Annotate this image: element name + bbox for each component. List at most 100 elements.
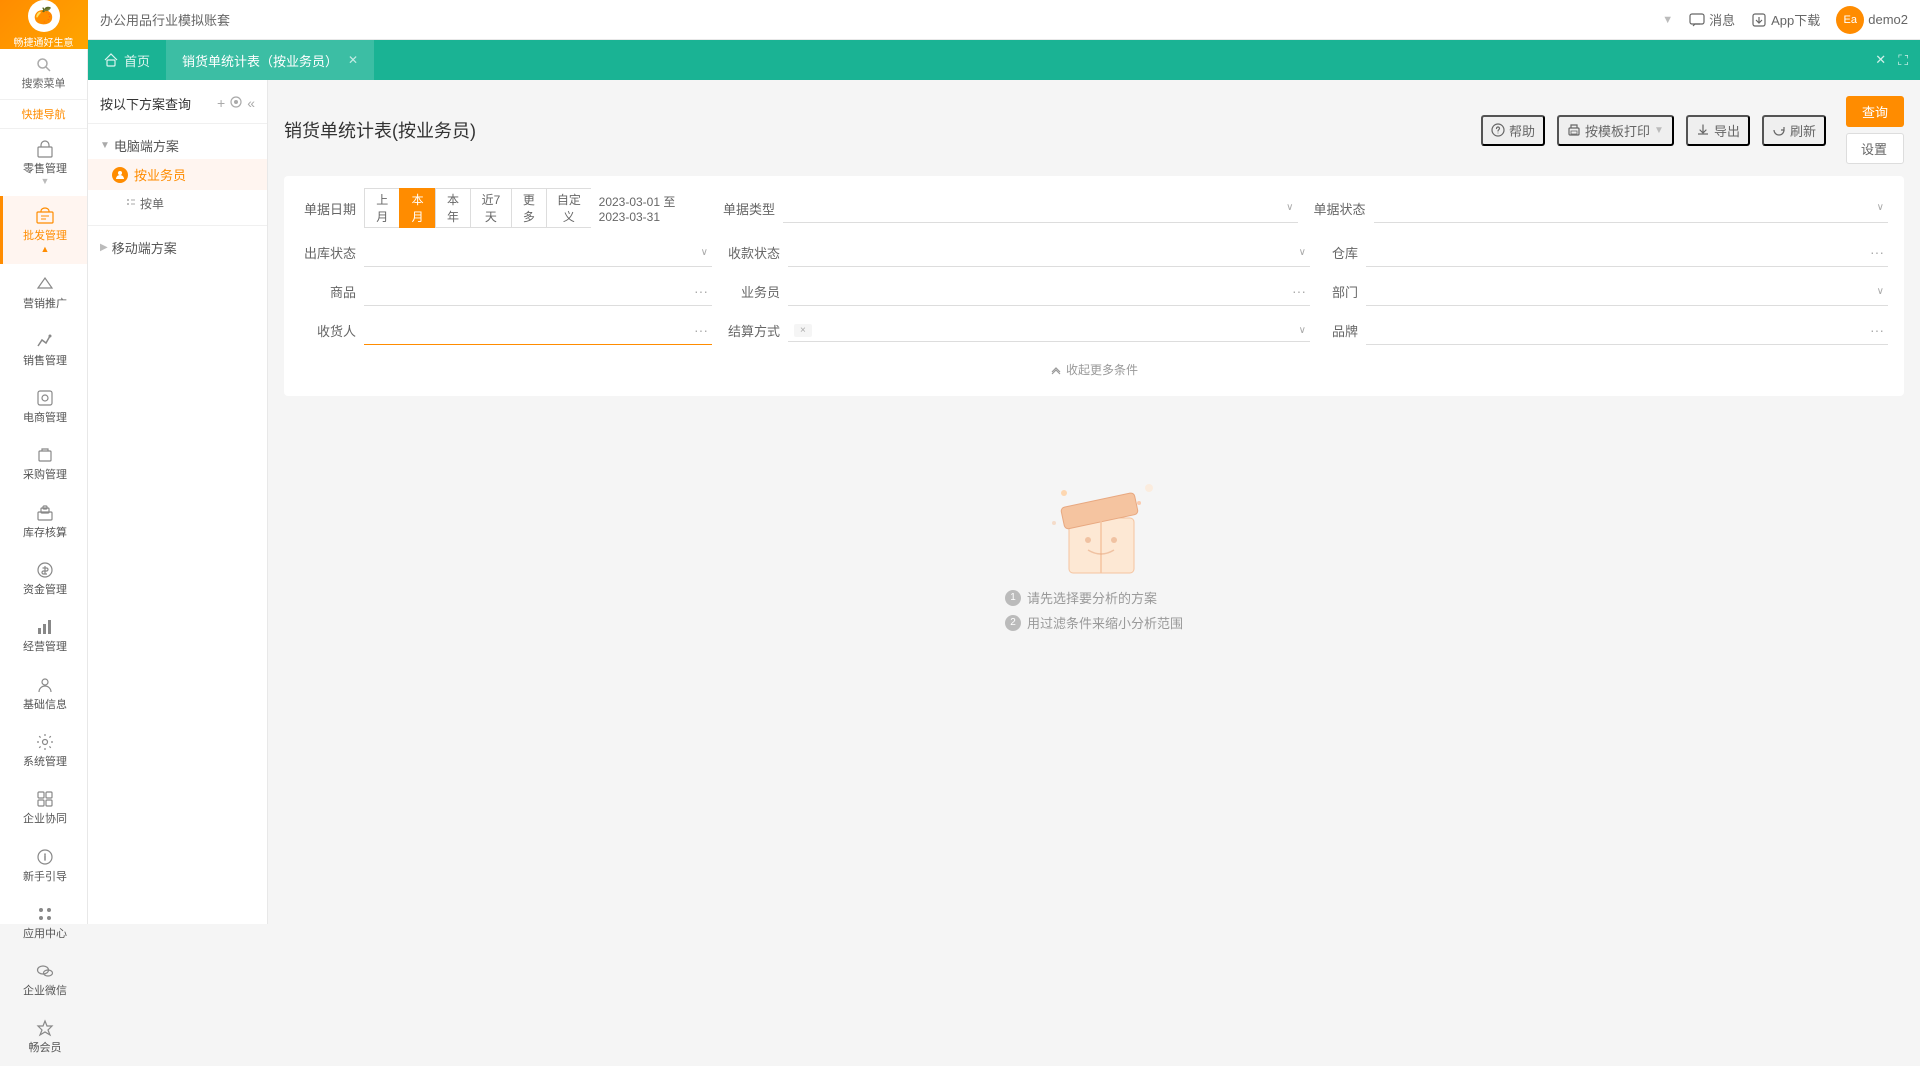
tab-home[interactable]: 首页 [88,40,166,80]
retail-label: 零售管理 [23,162,67,176]
receiver-dots[interactable]: ··· [694,322,708,338]
doc-type-field[interactable]: ∨ [783,194,1298,223]
inventory-label: 库存核算 [23,526,67,540]
export-label: 导出 [1714,121,1740,140]
sidebar-item-wholesale[interactable]: 批发管理 ▲ [0,196,87,263]
sidebar-item-operations[interactable]: 经营管理 [0,607,87,664]
filter-row-4: 收货人 ··· 结算方式 × ∨ [300,316,1888,345]
date-btn-this-month[interactable]: 本月 [399,188,434,228]
mobile-scheme-header[interactable]: ▶ 移动端方案 [88,234,267,261]
refresh-btn[interactable]: 刷新 [1762,115,1826,146]
product-dots[interactable]: ··· [694,283,708,299]
empty-steps: 1 请先选择要分析的方案 2 用过滤条件来缩小分析范围 [1005,588,1183,638]
user-initials: Ea [1844,14,1857,26]
warehouse-select[interactable]: ··· [1366,238,1888,267]
workspace-title: 办公用品行业模拟账套 [100,10,1646,29]
expand-mobile-icon: ▶ [100,242,108,253]
tab-sales-report[interactable]: 销货单统计表（按业务员） ✕ [166,40,374,80]
tab-close-all-btn[interactable]: ✕ [1871,48,1890,72]
sidebar-item-enterprise[interactable]: 企业协同 [0,779,87,836]
message-label: 消息 [1709,10,1735,29]
sidebar-item-purchase[interactable]: 采购管理 [0,435,87,492]
purchase-icon [35,445,55,465]
apps-label: 应用中心 [23,927,67,941]
settlement-select[interactable]: × ∨ [788,320,1310,342]
department-label: 部门 [1318,282,1358,301]
content-area: 按以下方案查询 + « ▼ 电脑端方案 [88,80,1920,924]
sidebar-item-retail[interactable]: 零售管理 ▼ [0,129,87,196]
settlement-tag-close[interactable]: × [800,325,806,336]
app-download-label: App下载 [1771,10,1820,29]
collapse-panel-btn[interactable]: « [247,95,255,112]
sidebar-item-basic[interactable]: 基础信息 [0,665,87,722]
expand-icon: ▼ [100,140,110,151]
collapse-label: 收起更多条件 [1066,361,1138,378]
step-2-text: 用过滤条件来缩小分析范围 [1027,613,1183,632]
sidebar-item-member[interactable]: 畅会员 [0,1008,87,1065]
department-value [1372,281,1882,301]
date-range: 2023-03-01 至 2023-03-31 [599,193,707,224]
payment-select[interactable]: ∨ [788,238,1310,267]
wechat-icon [35,961,55,981]
export-btn[interactable]: 导出 [1686,115,1750,146]
scheme-item-salesperson[interactable]: 按业务员 [88,159,267,190]
message-btn[interactable]: 消息 [1689,10,1735,29]
department-select[interactable]: ∨ [1366,277,1888,306]
brand-dots[interactable]: ··· [1870,322,1884,338]
date-btn-7days[interactable]: 近7天 [470,188,511,228]
brand-select[interactable]: ··· [1366,316,1888,345]
product-select[interactable]: ··· [364,277,712,306]
page-title: 销货单统计表(按业务员) [284,117,476,143]
mobile-scheme-label: 移动端方案 [112,238,177,257]
sidebar-item-marketing[interactable]: 营销推广 [0,264,87,321]
sidebar-item-newbie[interactable]: 新手引导 [0,837,87,894]
sidebar-item-ecommerce[interactable]: 电商管理 [0,378,87,435]
sidebar-item-sales[interactable]: 销售管理 [0,321,87,378]
warehouse-dots[interactable]: ··· [1870,244,1884,260]
salesperson-select[interactable]: ··· [788,277,1310,306]
sidebar-item-apps[interactable]: 应用中心 [0,894,87,951]
sidebar-item-finance[interactable]: 资金管理 [0,550,87,607]
collapse-btn[interactable]: 收起更多条件 [300,355,1888,384]
edit-scheme-btn[interactable] [229,95,243,112]
date-btn-custom[interactable]: 自定义 [546,188,591,228]
doc-type-select[interactable]: ∨ [783,194,1298,223]
query-btn[interactable]: 查询 [1846,96,1904,127]
sidebar-item-wechat[interactable]: 企业微信 [0,951,87,1008]
salesperson-dots[interactable]: ··· [1292,283,1306,299]
warehouse-label: 仓库 [1318,243,1358,262]
salesperson-label: 业务员 [720,282,780,301]
tab-close-btn[interactable]: ✕ [348,53,358,67]
sidebar: 🍊 畅捷通好生意 搜索菜单 快捷导航 零售管理 ▼ 批发管理 ▲ 营销推广 销售… [0,0,88,924]
mobile-scheme-group: ▶ 移动端方案 [88,230,267,265]
add-scheme-btn[interactable]: + [217,95,225,112]
quick-nav[interactable]: 快捷导航 [0,100,87,129]
user-profile[interactable]: Ea demo2 [1836,6,1908,34]
print-btn[interactable]: 按模板打印 ▼ [1557,115,1674,146]
date-btn-last-month[interactable]: 上月 [364,188,399,228]
topbar-dropdown-icon[interactable]: ▼ [1662,14,1673,26]
refresh-label: 刷新 [1790,121,1816,140]
scheme-sub-order[interactable]: 按单 [88,190,267,217]
step-num-2: 2 [1005,615,1021,631]
desktop-scheme-header[interactable]: ▼ 电脑端方案 [88,132,267,159]
warehouse-value [1372,242,1882,262]
help-btn[interactable]: 帮助 [1481,115,1545,146]
sidebar-item-inventory[interactable]: 库存核算 [0,493,87,550]
app-download-btn[interactable]: App下载 [1751,10,1820,29]
tab-expand-btn[interactable]: ⛶ [1894,48,1912,73]
marketing-icon [35,274,55,294]
print-dropdown-icon[interactable]: ▼ [1654,125,1664,136]
delivery-select[interactable]: ∨ [364,238,712,267]
search-menu[interactable]: 搜索菜单 [0,49,87,100]
date-btn-more[interactable]: 更多 [511,188,546,228]
brand-field: ··· [1366,316,1888,345]
scheme-salesperson-label: 按业务员 [134,165,186,184]
date-btn-this-year[interactable]: 本年 [435,188,470,228]
right-panel: 销货单统计表(按业务员) 帮助 按模板打印 ▼ 导出 [268,80,1920,924]
newbie-label: 新手引导 [23,870,67,884]
doc-status-select[interactable]: ∨ [1374,194,1889,223]
sidebar-item-system[interactable]: 系统管理 [0,722,87,779]
settings-btn[interactable]: 设置 [1846,133,1904,164]
receiver-select[interactable]: ··· [364,316,712,345]
